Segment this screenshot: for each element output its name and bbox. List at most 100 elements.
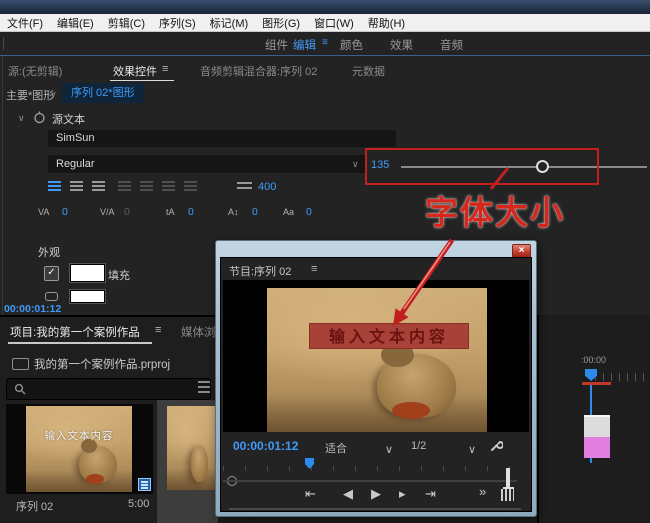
timeline-ruler-ticks[interactable] xyxy=(595,373,650,381)
menu-clip[interactable]: 剪辑(C) xyxy=(101,15,152,31)
font-family-select[interactable]: SimSun xyxy=(48,130,396,147)
playback-resolution-select[interactable]: 1/2 xyxy=(411,440,426,452)
chevron-down-icon: ∨ xyxy=(468,444,477,456)
menu-sequence[interactable]: 序列(S) xyxy=(152,15,203,31)
chevron-down-icon[interactable]: ∨ xyxy=(50,89,57,100)
tracking2-value[interactable]: 0 xyxy=(124,206,130,218)
sequence-clip-tab[interactable]: 序列 02*图形 xyxy=(62,83,144,103)
zoom-scroll-handle[interactable] xyxy=(503,468,514,489)
fill-color-swatch[interactable] xyxy=(71,265,104,281)
program-monitor-title: 节目:序列 02 xyxy=(229,266,292,278)
close-icon[interactable]: × xyxy=(512,244,531,258)
go-to-out-button[interactable]: ⇥ xyxy=(425,486,436,502)
twirl-down-icon[interactable]: ∨ xyxy=(18,113,25,124)
monitor-time-ruler[interactable] xyxy=(223,459,529,471)
program-monitor-window[interactable]: × 节目:序列 02 ≡ 输入文本内容 00:00:01:12 适合 ∨ 1/2… xyxy=(215,240,537,517)
step-forward-button[interactable]: ▸ xyxy=(399,486,406,502)
scale-value[interactable]: 0 xyxy=(306,206,312,218)
panel-menu-icon[interactable]: ≡ xyxy=(162,63,168,75)
menu-markers[interactable]: 标记(M) xyxy=(203,15,256,31)
workspace-tab-audio[interactable]: 音频 xyxy=(440,37,463,53)
ground xyxy=(267,394,487,432)
project-file-icon xyxy=(12,358,29,370)
font-size-value[interactable]: 135 xyxy=(371,159,389,171)
graphic-clip-block[interactable] xyxy=(584,437,610,458)
premiere-window: 文件(F) 编辑(E) 剪辑(C) 序列(S) 标记(M) 图形(G) 窗口(W… xyxy=(0,0,650,523)
font-style-select[interactable]: Regular xyxy=(48,155,366,173)
list-view-icon[interactable] xyxy=(198,381,210,393)
clip1-name[interactable]: 序列 02 xyxy=(16,498,53,514)
menu-edit[interactable]: 编辑(E) xyxy=(50,15,101,31)
project-item-sequence-02[interactable]: 输入文本内容 xyxy=(6,404,153,494)
project-panel-menu-icon[interactable]: ≡ xyxy=(155,324,161,336)
menu-window[interactable]: 窗口(W) xyxy=(307,15,361,31)
align-center-button[interactable] xyxy=(70,181,83,192)
selected-text-overlay[interactable]: 输入文本内容 xyxy=(309,323,469,349)
workspace-tab-editing[interactable]: 编辑 xyxy=(293,37,316,53)
menu-help[interactable]: 帮助(H) xyxy=(361,15,412,31)
tab-project[interactable]: 项目:我的第一个案例作品 xyxy=(10,324,140,340)
export-frame-icon[interactable] xyxy=(501,489,514,501)
monitor-timecode[interactable]: 00:00:01:12 xyxy=(233,439,298,453)
stroke-icon[interactable] xyxy=(45,292,58,301)
video-clip-block[interactable] xyxy=(584,415,610,437)
font-size-slider-track[interactable] xyxy=(401,166,647,168)
divider xyxy=(3,37,4,50)
workspace-bar: 组件 编辑 ≡ 颜色 效果 音频 xyxy=(0,32,650,55)
stopwatch-icon[interactable] xyxy=(33,111,46,124)
scale-icon: Aa xyxy=(283,207,295,217)
video-frame xyxy=(267,288,487,432)
chevron-down-icon: ∨ xyxy=(385,444,394,456)
tab-source-monitor[interactable]: 源:(无剪辑) xyxy=(8,63,62,79)
work-area-bar[interactable] xyxy=(582,382,611,385)
justify-center-button[interactable] xyxy=(140,181,153,192)
play-button[interactable]: ▶ xyxy=(371,486,381,502)
stroke-color-swatch[interactable] xyxy=(71,291,104,302)
justify-right-button[interactable] xyxy=(162,181,175,192)
leading-value[interactable]: 0 xyxy=(188,206,194,218)
align-left-button[interactable] xyxy=(48,181,61,192)
project-item-prairie-dog[interactable]: 草原大 xyxy=(157,400,218,523)
fill-checkbox[interactable]: ✓ xyxy=(44,266,59,281)
baseline-shift-value[interactable]: 0 xyxy=(252,206,258,218)
program-preview[interactable]: 输入文本内容 xyxy=(223,280,529,432)
justify-left-button[interactable] xyxy=(118,181,131,192)
workspace-tab-effects[interactable]: 效果 xyxy=(390,37,413,53)
scrollbar-track[interactable] xyxy=(223,480,517,482)
tracking-icon xyxy=(237,182,252,191)
project-file-name[interactable]: 我的第一个案例作品.prproj xyxy=(34,356,170,372)
go-to-in-button[interactable]: ⇤ xyxy=(305,486,316,502)
menu-file[interactable]: 文件(F) xyxy=(0,15,50,31)
menu-graphics[interactable]: 图形(G) xyxy=(255,15,307,31)
clip-thumbnail xyxy=(167,406,215,490)
kerning-value[interactable]: 0 xyxy=(62,206,68,218)
red-patch xyxy=(392,401,430,420)
tracking-value[interactable]: 400 xyxy=(258,181,276,193)
step-back-button[interactable]: ◀ xyxy=(343,486,353,502)
tab-media-browser[interactable]: 媒体浏 xyxy=(181,324,216,340)
program-monitor-content: 节目:序列 02 ≡ 输入文本内容 00:00:01:12 适合 ∨ 1/2 ∨ xyxy=(220,257,532,512)
more-buttons-chevron[interactable]: » xyxy=(479,484,486,499)
search-input[interactable] xyxy=(6,378,211,400)
zoom-level-select[interactable]: 适合 xyxy=(325,440,347,456)
menu-bar: 文件(F) 编辑(E) 剪辑(C) 序列(S) 标记(M) 图形(G) 窗口(W… xyxy=(0,14,650,32)
tab-metadata[interactable]: 元数据 xyxy=(352,63,385,79)
font-size-slider-handle[interactable] xyxy=(536,160,549,173)
monitor-hscrollbar[interactable] xyxy=(229,508,521,510)
workspace-tab-assembly[interactable]: 组件 xyxy=(265,37,288,53)
monitor-menu-icon[interactable]: ≡ xyxy=(311,263,317,275)
settings-wrench-icon[interactable] xyxy=(489,439,503,453)
sequence-badge-icon xyxy=(138,478,151,491)
master-clip-selector[interactable]: 主要*图形 xyxy=(6,87,54,103)
tab-audio-clip-mixer[interactable]: 音频剪辑混合器:序列 02 xyxy=(200,63,317,79)
ground xyxy=(26,469,132,492)
workspace-tab-color[interactable]: 颜色 xyxy=(340,37,363,53)
align-right-button[interactable] xyxy=(92,181,105,192)
timeline-panel: :00:00 xyxy=(537,315,650,523)
tab-effect-controls[interactable]: 效果控件 xyxy=(113,63,157,79)
prairie-dog-body xyxy=(191,444,209,482)
workspace-menu-icon[interactable]: ≡ xyxy=(322,37,328,48)
active-tab-underline xyxy=(8,342,152,344)
effect-controls-timecode[interactable]: 00:00:01:12 xyxy=(4,303,61,315)
justify-full-button[interactable] xyxy=(184,181,197,192)
